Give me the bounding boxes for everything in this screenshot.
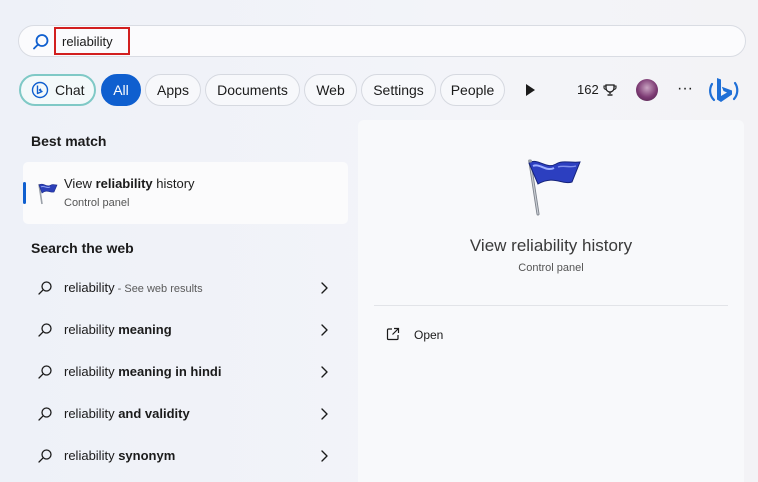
search-icon: [38, 323, 52, 337]
bing-icon[interactable]: [708, 75, 740, 107]
chat-button[interactable]: Chat: [19, 74, 96, 106]
web-search-text: reliability meaning: [64, 322, 172, 337]
web-search-item[interactable]: reliability - See web results: [23, 268, 348, 308]
chevron-right-icon: [321, 450, 328, 462]
search-input-highlight: [54, 27, 130, 55]
web-search-text: reliability and validity: [64, 406, 190, 421]
open-label: Open: [414, 328, 444, 342]
web-search-item[interactable]: reliability and validity: [23, 394, 348, 434]
tab-all[interactable]: All: [101, 74, 141, 106]
avatar[interactable]: [636, 79, 658, 101]
best-match-subtitle: Control panel: [64, 197, 130, 209]
web-search-text: reliability - See web results: [64, 280, 203, 295]
web-search-plain: reliability: [64, 406, 119, 421]
web-search-hint: - See web results: [114, 283, 203, 295]
search-bar[interactable]: [18, 25, 746, 57]
web-search-text: reliability synonym: [64, 448, 175, 463]
web-search-item[interactable]: reliability meaning in hindi: [23, 352, 348, 392]
best-match-title: View reliability history: [64, 176, 195, 191]
bing-chat-icon: [31, 81, 49, 99]
web-search-bold: meaning in hindi: [118, 364, 222, 379]
trophy-icon: [603, 83, 617, 96]
web-search-plain: reliability: [64, 364, 119, 379]
search-input[interactable]: [62, 34, 128, 49]
search-icon: [33, 34, 49, 50]
detail-title: View reliability history: [469, 236, 633, 255]
detail-panel: View reliability history Control panel O…: [358, 120, 744, 482]
search-icon: [38, 365, 52, 379]
search-icon: [38, 281, 52, 295]
selection-indicator: [23, 182, 26, 204]
more-options-button[interactable]: ···: [674, 80, 696, 100]
flag-icon: [38, 183, 58, 205]
chat-label: Chat: [55, 82, 85, 98]
chevron-right-icon: [321, 324, 328, 336]
tab-people[interactable]: People: [440, 74, 505, 106]
best-match-result[interactable]: View reliability history Control panel: [23, 162, 348, 224]
web-search-item[interactable]: reliability synonym: [23, 436, 348, 476]
web-search-bold: meaning: [118, 322, 172, 337]
divider: [374, 305, 728, 306]
detail-subtitle: Control panel: [518, 262, 584, 274]
rewards-points-value: 162: [577, 82, 599, 97]
search-web-heading: Search the web: [31, 240, 134, 256]
tab-web[interactable]: Web: [304, 74, 357, 106]
web-search-plain: reliability: [64, 280, 115, 295]
search-icon: [38, 449, 52, 463]
flag-icon: [528, 159, 581, 216]
open-action[interactable]: Open: [382, 324, 502, 346]
best-match-title-prefix: View: [64, 176, 96, 191]
tab-documents[interactable]: Documents: [205, 74, 300, 106]
web-search-plain: reliability: [64, 448, 119, 463]
chevron-right-icon: [321, 282, 328, 294]
chevron-right-icon: [321, 366, 328, 378]
search-icon: [38, 407, 52, 421]
tab-apps[interactable]: Apps: [145, 74, 201, 106]
start-search-window: Chat All Apps Documents Web Settings Peo…: [0, 0, 758, 482]
best-match-title-bold: reliability: [95, 176, 153, 191]
tab-settings[interactable]: Settings: [361, 74, 436, 106]
rewards-points[interactable]: 162: [577, 82, 617, 97]
chevron-right-icon: [321, 408, 328, 420]
web-search-item[interactable]: reliability meaning: [23, 310, 348, 350]
web-search-bold: synonym: [118, 448, 176, 463]
web-search-plain: reliability: [64, 322, 119, 337]
best-match-title-suffix: history: [152, 176, 195, 191]
web-search-bold: and validity: [118, 406, 190, 421]
web-search-text: reliability meaning in hindi: [64, 364, 221, 379]
best-match-heading: Best match: [31, 133, 107, 149]
more-filters-play-icon[interactable]: [521, 82, 539, 98]
open-external-icon: [386, 327, 400, 341]
